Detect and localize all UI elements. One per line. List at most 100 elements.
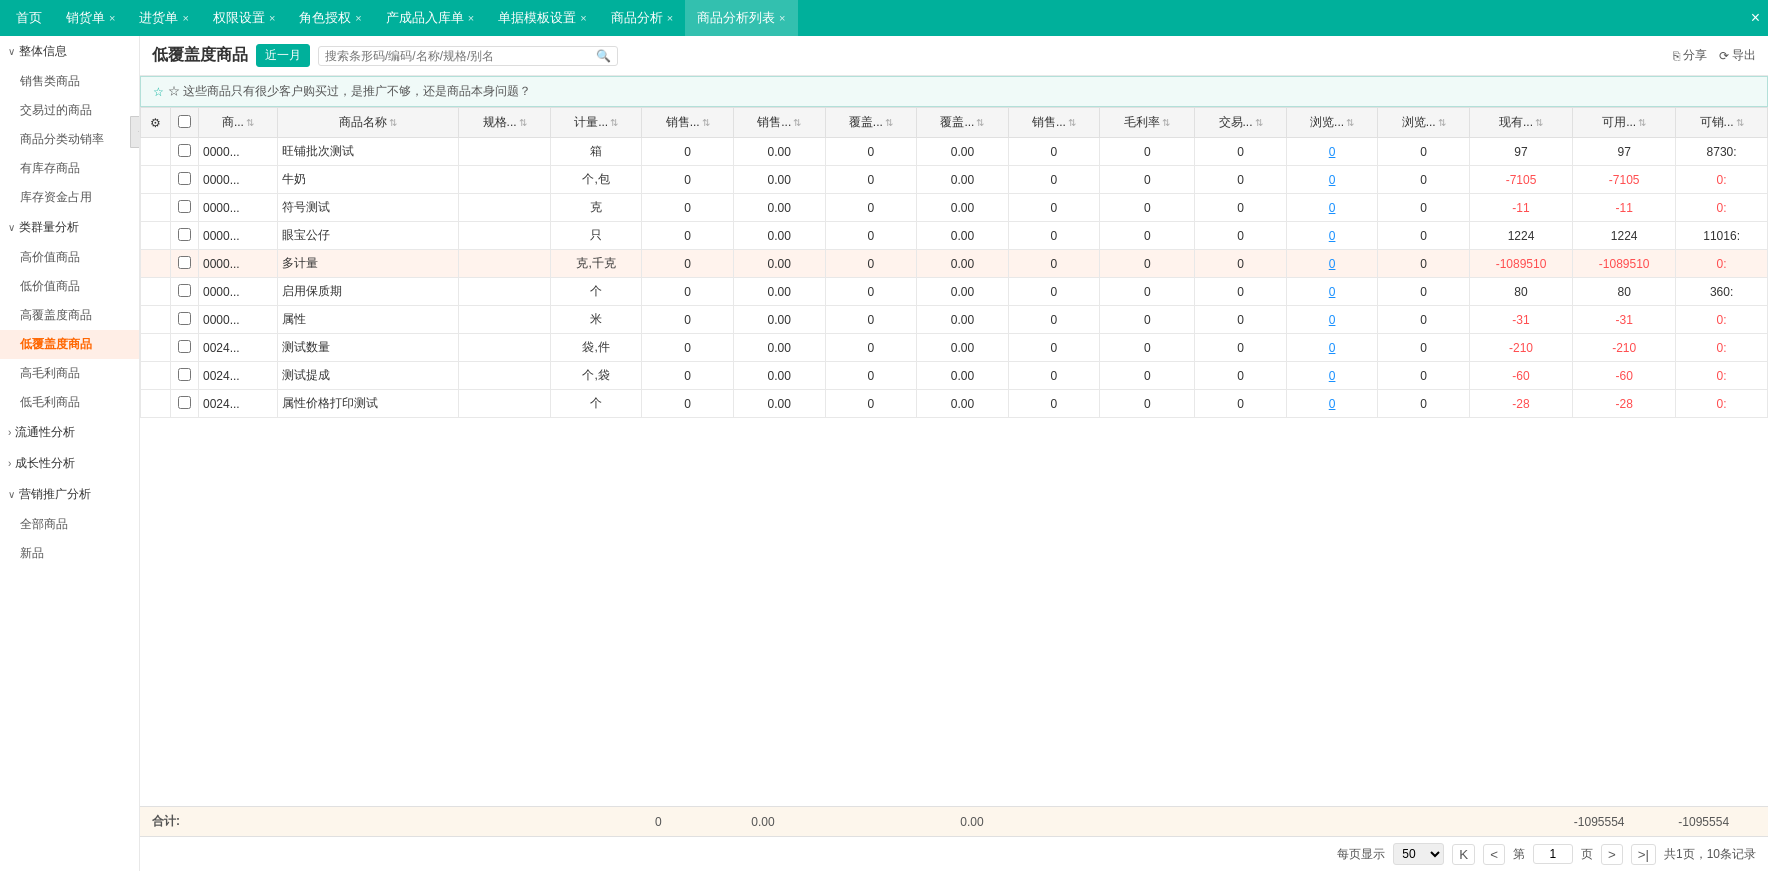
available-col-header[interactable]: 可用...⇅ bbox=[1573, 108, 1676, 138]
row-browse1-5[interactable]: 0 bbox=[1286, 278, 1378, 306]
filter-recent-month-button[interactable]: 近一月 bbox=[256, 44, 310, 67]
nav-item-products[interactable]: 产成品入库单 × bbox=[374, 0, 486, 36]
checkbox-col-header[interactable] bbox=[171, 108, 199, 138]
sidebar-item-new-goods[interactable]: 新品 bbox=[0, 539, 139, 568]
row-sales-qty-1: 0 bbox=[642, 166, 734, 194]
nav-item-sales[interactable]: 销货单 × bbox=[54, 0, 127, 36]
sidebar-item-high-coverage[interactable]: 高覆盖度商品 bbox=[0, 301, 139, 330]
gross-rate-col-header[interactable]: 毛利率⇅ bbox=[1100, 108, 1195, 138]
sidebar-item-traded-goods[interactable]: 交易过的商品 bbox=[0, 96, 139, 125]
row-settings-6[interactable] bbox=[141, 306, 171, 334]
row-settings-4[interactable] bbox=[141, 250, 171, 278]
prev-page-button[interactable]: < bbox=[1483, 844, 1505, 865]
row-browse1-3[interactable]: 0 bbox=[1286, 222, 1378, 250]
row-coverage2-5: 0.00 bbox=[917, 278, 1009, 306]
search-icon[interactable]: 🔍 bbox=[596, 49, 611, 63]
nav-item-template[interactable]: 单据模板设置 × bbox=[486, 0, 598, 36]
nav-item-roles[interactable]: 角色授权 × bbox=[287, 0, 373, 36]
nav-item-analysis[interactable]: 商品分析 × bbox=[599, 0, 685, 36]
row-checkbox-6[interactable] bbox=[171, 306, 199, 334]
nav-close-analysis[interactable]: × bbox=[667, 12, 673, 24]
row-settings-0[interactable] bbox=[141, 138, 171, 166]
sidebar-item-inventory-funds[interactable]: 库存资金占用 bbox=[0, 183, 139, 212]
row-checkbox-1[interactable] bbox=[171, 166, 199, 194]
sidebar-item-stocked-goods[interactable]: 有库存商品 bbox=[0, 154, 139, 183]
row-browse1-9[interactable]: 0 bbox=[1286, 390, 1378, 418]
row-settings-3[interactable] bbox=[141, 222, 171, 250]
sales-qty-col-header[interactable]: 销售...⇅ bbox=[642, 108, 734, 138]
sidebar-section-marketing[interactable]: ∨ 营销推广分析 bbox=[0, 479, 139, 510]
row-checkbox-5[interactable] bbox=[171, 278, 199, 306]
nav-close-analysis-list[interactable]: × bbox=[779, 12, 785, 24]
sidebar-section-overall[interactable]: ∨ 整体信息 bbox=[0, 36, 139, 67]
nav-close-products[interactable]: × bbox=[468, 12, 474, 24]
row-name-9: 属性价格打印测试 bbox=[277, 390, 458, 418]
nav-close-purchase[interactable]: × bbox=[182, 12, 188, 24]
window-close-button[interactable]: × bbox=[1751, 9, 1760, 27]
select-all-checkbox[interactable] bbox=[178, 115, 191, 128]
row-browse1-0[interactable]: 0 bbox=[1286, 138, 1378, 166]
nav-item-analysis-list[interactable]: 商品分析列表 × bbox=[685, 0, 797, 36]
current-page-input[interactable] bbox=[1533, 844, 1573, 864]
row-checkbox-0[interactable] bbox=[171, 138, 199, 166]
browse1-col-header[interactable]: 浏览...⇅ bbox=[1286, 108, 1378, 138]
row-checkbox-4[interactable] bbox=[171, 250, 199, 278]
first-page-button[interactable]: K bbox=[1452, 844, 1475, 865]
row-settings-5[interactable] bbox=[141, 278, 171, 306]
browse2-col-header[interactable]: 浏览...⇅ bbox=[1378, 108, 1470, 138]
name-col-header[interactable]: 商品名称⇅ bbox=[277, 108, 458, 138]
sidebar-section-class-analysis[interactable]: ∨ 类群量分析 bbox=[0, 212, 139, 243]
nav-close-sales[interactable]: × bbox=[109, 12, 115, 24]
sidebar-section-flow[interactable]: › 流通性分析 bbox=[0, 417, 139, 448]
current-stock-col-header[interactable]: 现有...⇅ bbox=[1469, 108, 1572, 138]
coverage1-col-header[interactable]: 覆盖...⇅ bbox=[825, 108, 917, 138]
nav-close-roles[interactable]: × bbox=[355, 12, 361, 24]
sidebar-section-growth[interactable]: › 成长性分析 bbox=[0, 448, 139, 479]
sidebar-item-low-profit[interactable]: 低毛利商品 bbox=[0, 388, 139, 417]
row-browse1-8[interactable]: 0 bbox=[1286, 362, 1378, 390]
row-settings-9[interactable] bbox=[141, 390, 171, 418]
row-browse1-6[interactable]: 0 bbox=[1286, 306, 1378, 334]
row-browse1-2[interactable]: 0 bbox=[1286, 194, 1378, 222]
row-settings-2[interactable] bbox=[141, 194, 171, 222]
coverage2-col-header[interactable]: 覆盖...⇅ bbox=[917, 108, 1009, 138]
row-checkbox-2[interactable] bbox=[171, 194, 199, 222]
row-browse1-4[interactable]: 0 bbox=[1286, 250, 1378, 278]
next-page-button[interactable]: > bbox=[1601, 844, 1623, 865]
sidebar-item-high-profit[interactable]: 高毛利商品 bbox=[0, 359, 139, 388]
sidebar-collapse-button[interactable]: 《 bbox=[130, 116, 140, 148]
export-button[interactable]: ⟳ 导出 bbox=[1719, 47, 1756, 64]
transaction-col-header[interactable]: 交易...⇅ bbox=[1195, 108, 1287, 138]
row-settings-7[interactable] bbox=[141, 334, 171, 362]
nav-item-home[interactable]: 首页 bbox=[4, 0, 54, 36]
sidebar-item-low-value[interactable]: 低价值商品 bbox=[0, 272, 139, 301]
search-input[interactable] bbox=[325, 49, 596, 63]
sidebar-item-all-goods[interactable]: 全部商品 bbox=[0, 510, 139, 539]
sidebar-item-sales-goods[interactable]: 销售类商品 bbox=[0, 67, 139, 96]
row-browse1-1[interactable]: 0 bbox=[1286, 166, 1378, 194]
last-page-button[interactable]: >| bbox=[1631, 844, 1656, 865]
row-checkbox-9[interactable] bbox=[171, 390, 199, 418]
row-browse1-7[interactable]: 0 bbox=[1286, 334, 1378, 362]
nav-close-permissions[interactable]: × bbox=[269, 12, 275, 24]
sidebar-item-high-value[interactable]: 高价值商品 bbox=[0, 243, 139, 272]
sales-amt-col-header[interactable]: 销售...⇅ bbox=[733, 108, 825, 138]
spec-col-header[interactable]: 规格...⇅ bbox=[459, 108, 551, 138]
nav-close-template[interactable]: × bbox=[580, 12, 586, 24]
sidebar-item-low-coverage[interactable]: 低覆盖度商品 bbox=[0, 330, 139, 359]
sidebar-item-category-rate[interactable]: 商品分类动销率 bbox=[0, 125, 139, 154]
nav-item-purchase[interactable]: 进货单 × bbox=[127, 0, 200, 36]
share-button[interactable]: ⎘ 分享 bbox=[1673, 47, 1707, 64]
settings-col-header[interactable]: ⚙ bbox=[141, 108, 171, 138]
row-settings-8[interactable] bbox=[141, 362, 171, 390]
page-size-select[interactable]: 50 20 100 bbox=[1393, 843, 1444, 865]
row-settings-1[interactable] bbox=[141, 166, 171, 194]
sellable-col-header[interactable]: 可销...⇅ bbox=[1676, 108, 1768, 138]
row-checkbox-8[interactable] bbox=[171, 362, 199, 390]
sales-extra-col-header[interactable]: 销售...⇅ bbox=[1008, 108, 1100, 138]
unit-col-header[interactable]: 计量...⇅ bbox=[550, 108, 642, 138]
row-checkbox-3[interactable] bbox=[171, 222, 199, 250]
nav-item-permissions[interactable]: 权限设置 × bbox=[201, 0, 287, 36]
row-checkbox-7[interactable] bbox=[171, 334, 199, 362]
code-col-header[interactable]: 商...⇅ bbox=[199, 108, 278, 138]
